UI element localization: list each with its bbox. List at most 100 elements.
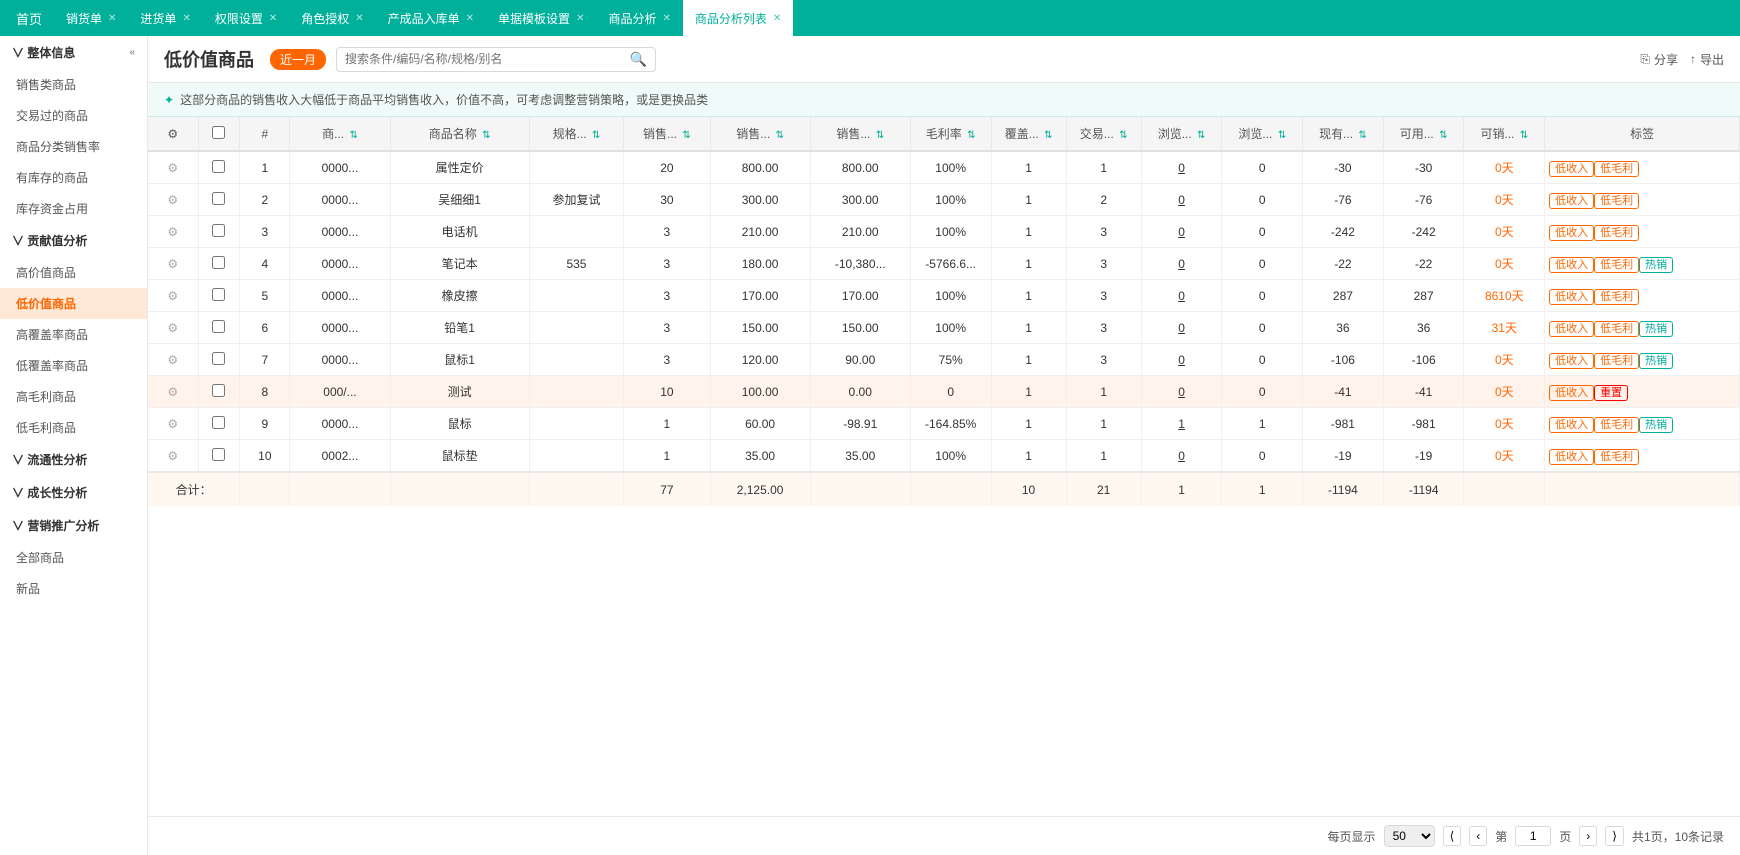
search-icon[interactable]: 🔍: [630, 51, 647, 68]
th-settings[interactable]: ⚙: [148, 117, 198, 151]
row-checkbox[interactable]: [212, 224, 225, 237]
td-browse1[interactable]: 0: [1141, 344, 1222, 376]
td-browse1[interactable]: 0: [1141, 151, 1222, 184]
td-browse1[interactable]: 0: [1141, 376, 1222, 408]
th-gross[interactable]: 毛利率 ⇅: [910, 117, 991, 151]
sidebar-item-sales-category[interactable]: 销售类商品: [0, 69, 147, 100]
td-settings[interactable]: ⚙: [148, 280, 198, 312]
row-checkbox[interactable]: [212, 352, 225, 365]
td-settings[interactable]: ⚙: [148, 216, 198, 248]
th-browse1[interactable]: 浏览... ⇅: [1141, 117, 1222, 151]
td-settings[interactable]: ⚙: [148, 248, 198, 280]
nav-analysis-close[interactable]: ✕: [662, 13, 670, 24]
sidebar-item-category-rate[interactable]: 商品分类销售率: [0, 131, 147, 162]
nav-analysis-list-close[interactable]: ✕: [773, 13, 781, 24]
date-tag-btn[interactable]: 近一月: [270, 49, 326, 70]
td-browse1[interactable]: 0: [1141, 184, 1222, 216]
sidebar-item-high-value[interactable]: 高价值商品: [0, 257, 147, 288]
th-trade[interactable]: 交易... ⇅: [1066, 117, 1141, 151]
th-name[interactable]: 商品名称 ⇅: [390, 117, 529, 151]
sidebar-item-has-stock[interactable]: 有库存的商品: [0, 162, 147, 193]
row-checkbox[interactable]: [212, 288, 225, 301]
th-browse2[interactable]: 浏览... ⇅: [1222, 117, 1303, 151]
nav-template-close[interactable]: ✕: [576, 13, 584, 24]
sidebar-section-marketing[interactable]: ∨ 营销推广分析: [0, 509, 147, 542]
th-code[interactable]: 商... ⇅: [290, 117, 390, 151]
sidebar-section-growth[interactable]: ∨ 成长性分析: [0, 476, 147, 509]
search-input[interactable]: [345, 52, 630, 66]
th-sale-qty[interactable]: 销售... ⇅: [624, 117, 710, 151]
td-settings[interactable]: ⚙: [148, 408, 198, 440]
nav-home[interactable]: 首页: [4, 0, 54, 36]
sidebar-item-low-margin[interactable]: 低毛利商品: [0, 412, 147, 443]
td-check[interactable]: [198, 151, 240, 184]
sidebar-item-new-products[interactable]: 新品: [0, 573, 147, 604]
sidebar-section-overall[interactable]: ∨ 整体信息 «: [0, 36, 147, 69]
prev-page-btn[interactable]: ‹: [1469, 826, 1487, 846]
select-all-checkbox[interactable]: [212, 126, 225, 139]
nav-permission-close[interactable]: ✕: [269, 13, 277, 24]
th-sale-days[interactable]: 可销... ⇅: [1464, 117, 1545, 151]
sidebar-item-stock-capital[interactable]: 库存资金占用: [0, 193, 147, 224]
nav-inventory[interactable]: 产成品入库单 ✕: [376, 0, 486, 36]
row-checkbox[interactable]: [212, 416, 225, 429]
first-page-btn[interactable]: ⟨: [1443, 826, 1462, 846]
sidebar-item-high-margin[interactable]: 高毛利商品: [0, 381, 147, 412]
td-settings[interactable]: ⚙: [148, 312, 198, 344]
th-coverage[interactable]: 覆盖... ⇅: [991, 117, 1066, 151]
th-spec[interactable]: 规格... ⇅: [529, 117, 624, 151]
sidebar-collapse-btn[interactable]: «: [129, 47, 135, 58]
nav-analysis-list[interactable]: 商品分析列表 ✕: [683, 0, 793, 36]
th-check[interactable]: [198, 117, 240, 151]
td-settings[interactable]: ⚙: [148, 376, 198, 408]
td-check[interactable]: [198, 440, 240, 473]
last-page-btn[interactable]: ⟩: [1605, 826, 1624, 846]
nav-role-close[interactable]: ✕: [355, 13, 363, 24]
td-browse1[interactable]: 0: [1141, 280, 1222, 312]
td-check[interactable]: [198, 280, 240, 312]
th-sale-price[interactable]: 销售... ⇅: [710, 117, 810, 151]
sidebar-section-flow[interactable]: ∨ 流通性分析: [0, 443, 147, 476]
nav-sales-close[interactable]: ✕: [108, 13, 116, 24]
td-check[interactable]: [198, 408, 240, 440]
sidebar-item-traded[interactable]: 交易过的商品: [0, 100, 147, 131]
row-checkbox[interactable]: [212, 160, 225, 173]
sidebar-item-all-products[interactable]: 全部商品: [0, 542, 147, 573]
td-check[interactable]: [198, 344, 240, 376]
td-settings[interactable]: ⚙: [148, 440, 198, 473]
nav-purchase-close[interactable]: ✕: [182, 13, 190, 24]
td-browse1[interactable]: 0: [1141, 248, 1222, 280]
td-settings[interactable]: ⚙: [148, 344, 198, 376]
th-avail[interactable]: 可用... ⇅: [1383, 117, 1464, 151]
row-checkbox[interactable]: [212, 256, 225, 269]
td-settings[interactable]: ⚙: [148, 184, 198, 216]
sidebar-item-high-coverage[interactable]: 高覆盖率商品: [0, 319, 147, 350]
row-checkbox[interactable]: [212, 384, 225, 397]
td-check[interactable]: [198, 312, 240, 344]
share-btn[interactable]: ⎘ 分享: [1640, 51, 1678, 68]
th-stock[interactable]: 现有... ⇅: [1303, 117, 1384, 151]
th-sale-amount[interactable]: 销售... ⇅: [810, 117, 910, 151]
nav-sales[interactable]: 销货单 ✕: [54, 0, 128, 36]
nav-purchase[interactable]: 进货单 ✕: [128, 0, 202, 36]
sidebar-item-low-value[interactable]: 低价值商品: [0, 288, 147, 319]
td-check[interactable]: [198, 248, 240, 280]
td-check[interactable]: [198, 216, 240, 248]
td-settings[interactable]: ⚙: [148, 151, 198, 184]
td-browse1[interactable]: 0: [1141, 440, 1222, 473]
td-check[interactable]: [198, 376, 240, 408]
export-btn[interactable]: ↑ 导出: [1690, 51, 1724, 68]
nav-permission[interactable]: 权限设置 ✕: [203, 0, 289, 36]
row-checkbox[interactable]: [212, 192, 225, 205]
td-check[interactable]: [198, 184, 240, 216]
row-checkbox[interactable]: [212, 448, 225, 461]
nav-role[interactable]: 角色授权 ✕: [289, 0, 375, 36]
page-input[interactable]: [1515, 826, 1551, 846]
sidebar-item-low-coverage[interactable]: 低覆盖率商品: [0, 350, 147, 381]
nav-inventory-close[interactable]: ✕: [466, 13, 474, 24]
per-page-select[interactable]: 50 20 100: [1384, 825, 1435, 847]
td-browse1[interactable]: 0: [1141, 216, 1222, 248]
row-checkbox[interactable]: [212, 320, 225, 333]
nav-template[interactable]: 单据模板设置 ✕: [486, 0, 596, 36]
sidebar-section-contribution[interactable]: ∨ 贡献值分析: [0, 224, 147, 257]
